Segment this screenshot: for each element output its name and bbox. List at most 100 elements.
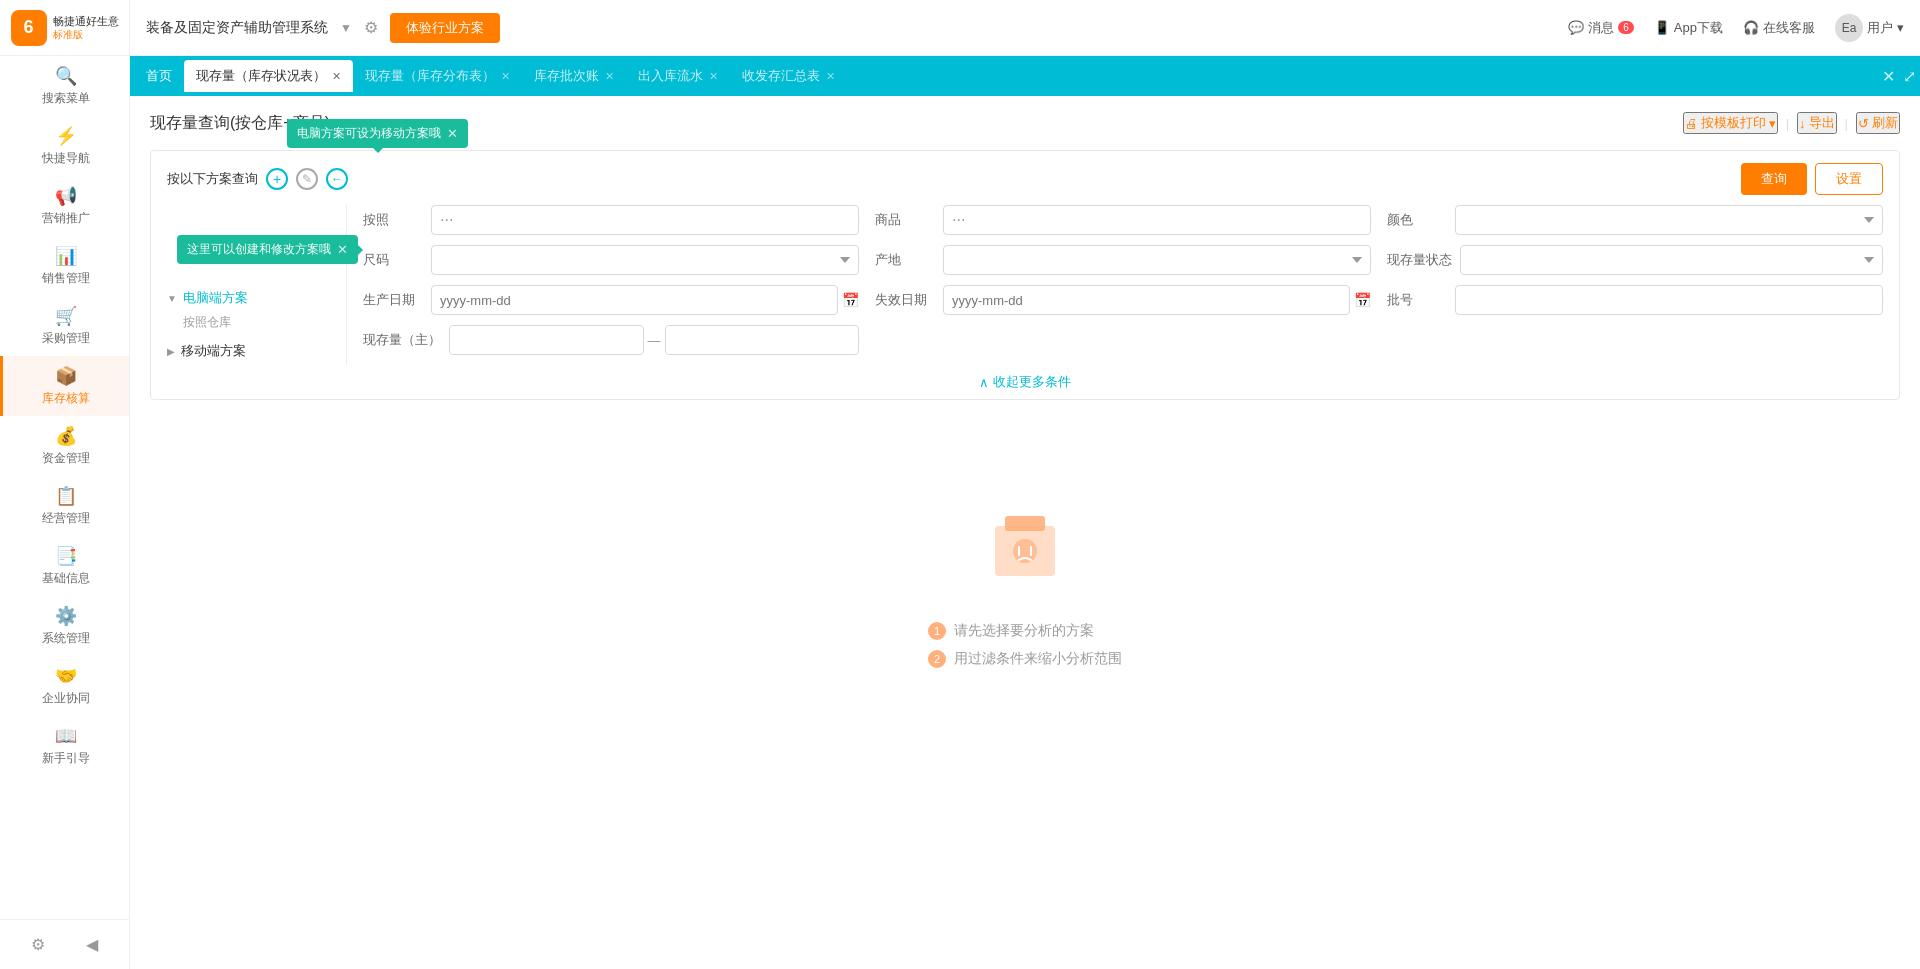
nav-purchase[interactable]: 🛒 采购管理 — [0, 296, 129, 356]
system-dropdown-icon[interactable]: ▼ — [340, 21, 352, 35]
stock-main-to[interactable] — [665, 325, 860, 355]
popover-close-2[interactable]: ✕ — [337, 242, 348, 257]
base-icon: 📑 — [55, 545, 77, 567]
origin-label: 产地 — [875, 251, 935, 269]
tab-close-icon-3[interactable]: ✕ — [605, 70, 614, 83]
app-download-btn[interactable]: 📱 App下载 — [1654, 19, 1723, 37]
tab-inventory-dist[interactable]: 现存量（库存分布表） ✕ — [353, 60, 522, 92]
tab-close-all-btn[interactable]: ✕ — [1882, 67, 1895, 86]
svg-rect-1 — [1005, 516, 1045, 531]
online-support-btn[interactable]: 🎧 在线客服 — [1743, 19, 1815, 37]
tip-num-2: 2 — [928, 650, 946, 668]
nav-tutorial[interactable]: 📖 新手引导 — [0, 716, 129, 776]
user-dropdown-icon: ▾ — [1897, 20, 1904, 35]
stock-main-label: 现存量（主） — [363, 331, 441, 349]
stock-status-select[interactable] — [1460, 245, 1883, 275]
stock-main-from[interactable] — [449, 325, 644, 355]
tab-bar: 首页 现存量（库存状况表） ✕ 现存量（库存分布表） ✕ 库存批次账 ✕ 出入库… — [130, 56, 1920, 96]
nav-inventory[interactable]: 📦 库存核算 — [0, 356, 129, 416]
tab-batch[interactable]: 库存批次账 ✕ — [522, 60, 626, 92]
settings-btn[interactable]: ⚙ — [31, 935, 45, 954]
tree-arrow-icon: ▼ — [167, 293, 177, 304]
filter-stock-status: 现存量状态 — [1387, 245, 1883, 275]
filter-add-btn[interactable]: + — [266, 168, 288, 190]
mfg-date-calendar-icon[interactable]: 📅 — [842, 292, 859, 308]
query-btn[interactable]: 查询 — [1741, 163, 1807, 195]
tip-num-1: 1 — [928, 622, 946, 640]
template-print-btn[interactable]: 🖨 按模板打印 ▾ — [1683, 112, 1778, 134]
nav-system[interactable]: ⚙️ 系统管理 — [0, 596, 129, 656]
plan-sub-item[interactable]: 按照仓库 — [183, 311, 334, 334]
size-select[interactable] — [431, 245, 859, 275]
user-avatar: Ea — [1835, 14, 1863, 42]
page-actions: 🖨 按模板打印 ▾ | ↓ 导出 | ↺ 刷新 — [1683, 112, 1900, 134]
export-btn[interactable]: ↓ 导出 — [1797, 112, 1837, 134]
header-left: 装备及固定资产辅助管理系统 ▼ ⚙ 体验行业方案 — [146, 13, 500, 43]
nav-collab[interactable]: 🤝 企业协同 — [0, 656, 129, 716]
tab-close-icon-2[interactable]: ✕ — [501, 70, 510, 83]
refresh-icon: ↺ — [1858, 116, 1869, 131]
batch-input[interactable] — [1455, 285, 1883, 315]
collapse-sidebar-btn[interactable]: ◀ — [86, 935, 98, 954]
page-container: 现存量查询(按仓库+商品) 🖨 按模板打印 ▾ | ↓ 导出 | ↺ 刷新 — [130, 96, 1920, 969]
tab-inventory-status[interactable]: 现存量（库存状况表） ✕ — [184, 60, 353, 92]
messages-btn[interactable]: 💬 消息 6 — [1568, 19, 1634, 37]
collapse-btn[interactable]: ∧ 收起更多条件 — [979, 373, 1071, 391]
nav-base[interactable]: 📑 基础信息 — [0, 536, 129, 596]
filter-edit-btn[interactable]: ✎ — [296, 168, 318, 190]
filter-arrow-btn[interactable]: ← — [326, 168, 348, 190]
collab-icon: 🤝 — [55, 665, 77, 687]
dropdown-icon: ▾ — [1769, 116, 1776, 131]
exp-date-calendar-icon[interactable]: 📅 — [1354, 292, 1371, 308]
filter-origin: 产地 — [875, 245, 1371, 275]
sidebar-bottom: ⚙ ◀ — [0, 919, 129, 969]
mfg-date-input[interactable] — [431, 285, 838, 315]
tab-summary[interactable]: 收发存汇总表 ✕ — [730, 60, 847, 92]
marketing-icon: 📢 — [55, 185, 77, 207]
filter-area: 按以下方案查询 + ✎ ← 电脑方案可设为移动方案哦 ✕ 查询 设置 — [150, 150, 1900, 400]
tab-close-icon-4[interactable]: ✕ — [709, 70, 718, 83]
empty-illustration — [975, 496, 1075, 596]
warehouse-label: 按照 — [363, 211, 423, 229]
filter-stock-main: 现存量（主） — — [363, 325, 859, 355]
quick-nav-icon: ⚡ — [55, 125, 77, 147]
exp-date-input[interactable] — [943, 285, 1350, 315]
filter-color: 颜色 — [1387, 205, 1883, 235]
reset-btn[interactable]: 设置 — [1815, 163, 1883, 195]
settings-gear-icon[interactable]: ⚙ — [364, 18, 378, 37]
stock-main-range: — — [449, 325, 859, 355]
color-select[interactable] — [1455, 205, 1883, 235]
plan-desktop[interactable]: ▼ 电脑端方案 — [167, 285, 334, 311]
nav-quick[interactable]: ⚡ 快捷导航 — [0, 116, 129, 176]
stock-status-label: 现存量状态 — [1387, 251, 1452, 269]
popover-close-1[interactable]: ✕ — [447, 126, 458, 141]
filter-mfg-date: 生产日期 📅 — [363, 285, 859, 315]
tab-expand-btn[interactable]: ⤢ — [1903, 67, 1916, 86]
nav-finance[interactable]: 💰 资金管理 — [0, 416, 129, 476]
goods-label: 商品 — [875, 211, 935, 229]
svg-point-2 — [1013, 539, 1037, 563]
nav-search[interactable]: 🔍 搜索菜单 — [0, 56, 129, 116]
plan-mobile[interactable]: ▶ 移动端方案 — [167, 338, 334, 364]
nav-operations[interactable]: 📋 经营管理 — [0, 476, 129, 536]
tab-bar-actions: ✕ ⤢ — [1882, 67, 1916, 86]
tab-close-icon-5[interactable]: ✕ — [826, 70, 835, 83]
nav-marketing[interactable]: 📢 营销推广 — [0, 176, 129, 236]
filter-warehouse: 按照 ··· — [363, 205, 859, 235]
color-label: 颜色 — [1387, 211, 1447, 229]
mfg-date-label: 生产日期 — [363, 291, 423, 309]
user-menu[interactable]: Ea 用户 ▾ — [1835, 14, 1904, 42]
nav-sales[interactable]: 📊 销售管理 — [0, 236, 129, 296]
origin-select[interactable] — [943, 245, 1371, 275]
refresh-btn[interactable]: ↺ 刷新 — [1856, 112, 1900, 134]
filter-size: 尺码 — [363, 245, 859, 275]
tab-inout[interactable]: 出入库流水 ✕ — [626, 60, 730, 92]
plan-tree-section: 这里可以创建和修改方案哦 ✕ ▼ 电脑端方案 按照仓库 ▶ — [167, 205, 347, 365]
logo-text: 畅捷通好生意 标准版 — [53, 14, 119, 41]
tab-close-icon[interactable]: ✕ — [332, 70, 341, 83]
divider-2: | — [1845, 116, 1848, 131]
tab-home[interactable]: 首页 — [134, 60, 184, 92]
support-icon: 🎧 — [1743, 20, 1759, 35]
industry-btn[interactable]: 体验行业方案 — [390, 13, 500, 43]
empty-tips: 1 请先选择要分析的方案 2 用过滤条件来缩小分析范围 — [928, 616, 1122, 672]
